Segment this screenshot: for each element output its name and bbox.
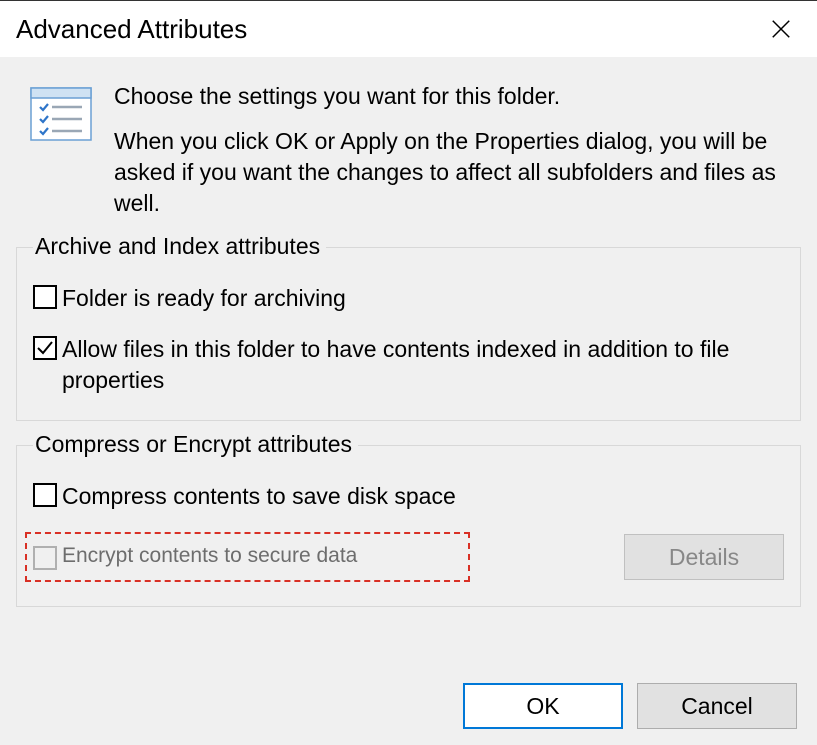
compress-label: Compress contents to save disk space [62,481,456,512]
compress-checkbox[interactable] [33,483,57,507]
archive-index-group: Archive and Index attributes Folder is r… [16,247,801,421]
archive-checkbox[interactable] [33,285,57,309]
index-checkbox-row[interactable]: Allow files in this folder to have conte… [33,334,784,396]
dialog-body: Choose the settings you want for this fo… [0,57,817,745]
ok-button[interactable]: OK [463,683,623,729]
compress-encrypt-group: Compress or Encrypt attributes Compress … [16,445,801,607]
intro-text: Choose the settings you want for this fo… [114,81,801,219]
dialog-title: Advanced Attributes [16,14,247,45]
encrypt-row: Encrypt contents to secure data Details [33,532,784,582]
compress-encrypt-title: Compress or Encrypt attributes [33,431,358,458]
archive-index-title: Archive and Index attributes [33,233,326,260]
close-icon [770,18,792,40]
intro-line-1: Choose the settings you want for this fo… [114,81,801,112]
intro-section: Choose the settings you want for this fo… [16,81,801,219]
cancel-button[interactable]: Cancel [637,683,797,729]
compress-checkbox-row[interactable]: Compress contents to save disk space [33,481,784,512]
folder-settings-icon [30,87,92,141]
button-row: OK Cancel [16,683,801,729]
intro-line-2: When you click OK or Apply on the Proper… [114,126,801,219]
index-label: Allow files in this folder to have conte… [62,334,784,396]
encrypt-label: Encrypt contents to secure data [62,544,357,568]
index-checkbox[interactable] [33,336,57,360]
details-button: Details [624,534,784,580]
encrypt-checkbox [33,546,57,570]
checkmark-icon [36,339,54,357]
close-button[interactable] [761,9,801,49]
archive-label: Folder is ready for archiving [62,283,346,314]
archive-checkbox-row[interactable]: Folder is ready for archiving [33,283,784,314]
advanced-attributes-dialog: Advanced Attributes Choose the sett [0,0,817,745]
encrypt-highlight: Encrypt contents to secure data [25,532,470,582]
titlebar: Advanced Attributes [0,1,817,57]
